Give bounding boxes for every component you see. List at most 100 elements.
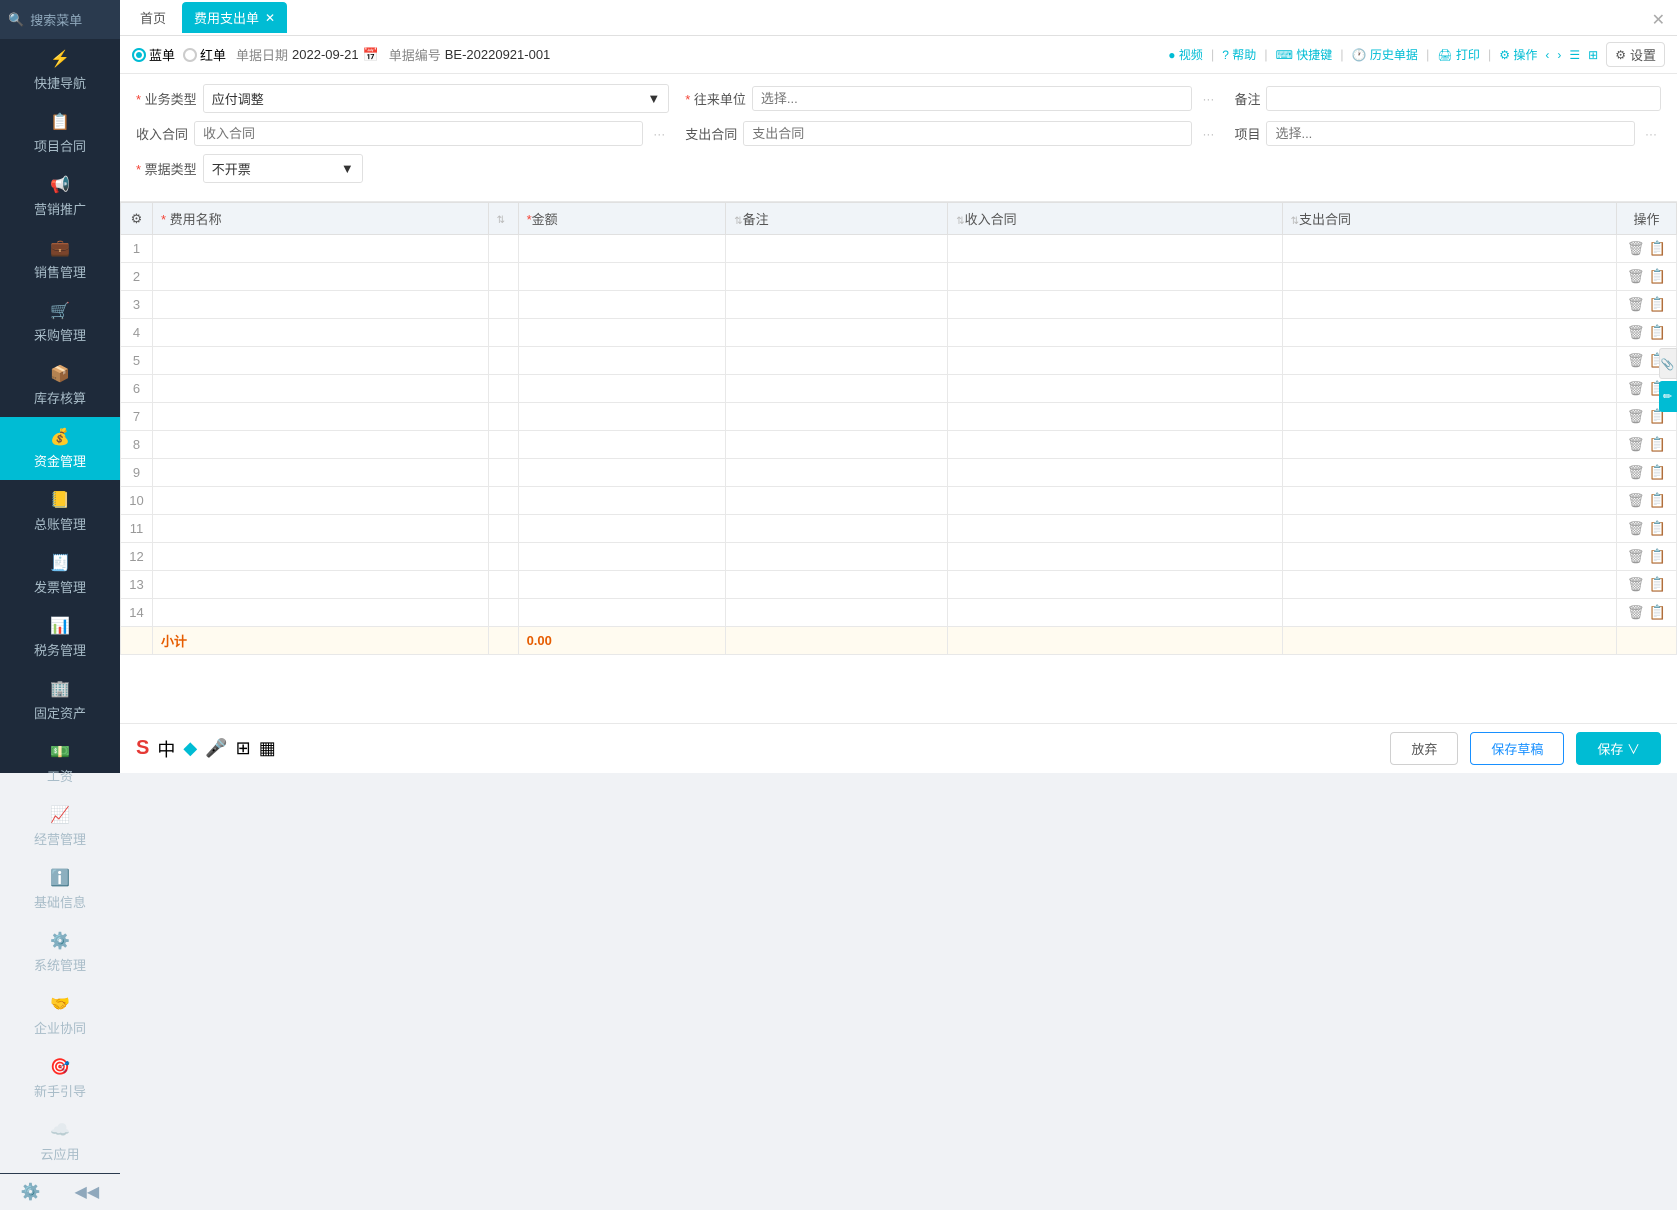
row-amount-2[interactable] [518, 263, 726, 291]
row-amount-5[interactable] [518, 347, 726, 375]
copy-icon-13[interactable]: 📋 [1649, 576, 1666, 593]
copy-icon-14[interactable]: 📋 [1649, 604, 1666, 621]
sidebar-item-new-guide[interactable]: 🎯新手引导 [0, 1047, 120, 1110]
copy-icon-12[interactable]: 📋 [1649, 548, 1666, 565]
sidebar-item-invoice[interactable]: 🧾发票管理 [0, 543, 120, 606]
row-income-contract-8[interactable] [948, 431, 1282, 459]
right-edge-edit[interactable]: ✏ [1659, 381, 1677, 412]
row-expense-contract-8[interactable] [1282, 431, 1616, 459]
row-expense-name-4[interactable] [153, 319, 489, 347]
radio-red[interactable]: 红单 [183, 45, 226, 64]
radio-blue[interactable]: 蓝单 [132, 45, 175, 64]
right-edge-clip[interactable]: 📎 [1659, 348, 1677, 379]
row-amount-1[interactable] [518, 235, 726, 263]
row-expense-contract-6[interactable] [1282, 375, 1616, 403]
delete-icon-9[interactable]: 🗑 [1627, 464, 1645, 481]
sidebar-item-system[interactable]: ⚙️系统管理 [0, 921, 120, 984]
row-amount-13[interactable] [518, 571, 726, 599]
nav-next-btn[interactable]: › [1557, 48, 1561, 62]
row-expense-name-3[interactable] [153, 291, 489, 319]
history-btn[interactable]: 🕐 历史单据 [1352, 46, 1418, 63]
help-btn[interactable]: ? 帮助 [1222, 46, 1256, 63]
row-amount-3[interactable] [518, 291, 726, 319]
shortcut-btn[interactable]: ⌨ 快捷键 [1276, 46, 1333, 63]
row-remark-2[interactable] [726, 263, 948, 291]
row-expense-contract-5[interactable] [1282, 347, 1616, 375]
sidebar-item-sales[interactable]: 💼销售管理 [0, 228, 120, 291]
grid1-icon[interactable]: ⊞ [236, 738, 251, 759]
set-button[interactable]: ⚙ 设置 [1606, 42, 1665, 67]
chinese-icon[interactable]: 中 [157, 736, 175, 762]
row-amount-9[interactable] [518, 459, 726, 487]
tab-close-icon[interactable]: ✕ [265, 11, 275, 25]
row-income-contract-2[interactable] [948, 263, 1282, 291]
expense-dots[interactable]: ··· [1198, 127, 1218, 141]
date-value[interactable]: 2022-09-21 [292, 47, 359, 62]
row-remark-9[interactable] [726, 459, 948, 487]
sidebar-item-tax[interactable]: 📊税务管理 [0, 606, 120, 669]
project-input[interactable] [1266, 121, 1635, 146]
sidebar-item-accounting[interactable]: 📒总账管理 [0, 480, 120, 543]
delete-icon-3[interactable]: 🗑 [1627, 296, 1645, 313]
row-expense-name-1[interactable] [153, 235, 489, 263]
row-expense-name-8[interactable] [153, 431, 489, 459]
income-contract-input[interactable] [194, 121, 643, 146]
row-amount-6[interactable] [518, 375, 726, 403]
operations-btn[interactable]: ⚙ 操作 [1499, 46, 1537, 63]
nav-prev-btn[interactable]: ‹ [1545, 48, 1549, 62]
delete-icon-11[interactable]: 🗑 [1627, 520, 1645, 537]
diamond-icon[interactable]: ◆ [183, 738, 197, 759]
calendar-icon[interactable]: 📅 [363, 47, 379, 63]
row-remark-3[interactable] [726, 291, 948, 319]
row-expense-contract-12[interactable] [1282, 543, 1616, 571]
tab-expense[interactable]: 费用支出单 ✕ [182, 2, 287, 33]
video-btn[interactable]: ● 视频 [1168, 46, 1203, 63]
row-expense-contract-4[interactable] [1282, 319, 1616, 347]
copy-icon-8[interactable]: 📋 [1649, 436, 1666, 453]
row-expense-name-13[interactable] [153, 571, 489, 599]
biz-type-select[interactable]: 应付调整 ▼ [203, 84, 670, 113]
sidebar-item-marketing[interactable]: 📢营销推广 [0, 165, 120, 228]
row-remark-8[interactable] [726, 431, 948, 459]
num-value[interactable]: BE-20220921-001 [445, 47, 551, 62]
row-remark-1[interactable] [726, 235, 948, 263]
row-amount-4[interactable] [518, 319, 726, 347]
delete-icon-1[interactable]: 🗑 [1627, 240, 1645, 257]
sidebar-item-quick-nav[interactable]: ⚡快捷导航 [0, 39, 120, 102]
row-expense-contract-7[interactable] [1282, 403, 1616, 431]
row-income-contract-13[interactable] [948, 571, 1282, 599]
sidebar-item-enterprise[interactable]: 🤝企业协同 [0, 984, 120, 1047]
row-expense-name-5[interactable] [153, 347, 489, 375]
row-expense-contract-14[interactable] [1282, 599, 1616, 627]
row-remark-14[interactable] [726, 599, 948, 627]
volume-icon[interactable]: ◀◀ [75, 1182, 100, 1202]
row-remark-13[interactable] [726, 571, 948, 599]
sidebar-item-operations[interactable]: 📈经营管理 [0, 795, 120, 858]
copy-icon-2[interactable]: 📋 [1649, 268, 1666, 285]
delete-icon-2[interactable]: 🗑 [1627, 268, 1645, 285]
row-expense-name-12[interactable] [153, 543, 489, 571]
row-income-contract-10[interactable] [948, 487, 1282, 515]
row-expense-contract-3[interactable] [1282, 291, 1616, 319]
delete-icon-6[interactable]: 🗑 [1627, 380, 1645, 397]
tab-home[interactable]: 首页 [128, 2, 178, 33]
sidebar-item-salary[interactable]: 💵工资 [0, 732, 120, 795]
delete-icon-12[interactable]: 🗑 [1627, 548, 1645, 565]
row-expense-name-2[interactable] [153, 263, 489, 291]
delete-icon-8[interactable]: 🗑 [1627, 436, 1645, 453]
row-income-contract-5[interactable] [948, 347, 1282, 375]
sidebar-item-inventory[interactable]: 📦库存核算 [0, 354, 120, 417]
row-income-contract-14[interactable] [948, 599, 1282, 627]
sidebar-item-fund[interactable]: 💰资金管理 [0, 417, 120, 480]
discard-button[interactable]: 放弃 [1390, 732, 1458, 765]
row-expense-name-9[interactable] [153, 459, 489, 487]
settings-icon[interactable]: ⚙️ [21, 1182, 41, 1202]
project-dots[interactable]: ··· [1641, 127, 1661, 141]
copy-icon-10[interactable]: 📋 [1649, 492, 1666, 509]
row-amount-8[interactable] [518, 431, 726, 459]
copy-icon-1[interactable]: 📋 [1649, 240, 1666, 257]
row-expense-name-7[interactable] [153, 403, 489, 431]
save-draft-button[interactable]: 保存草稿 [1470, 732, 1564, 765]
row-expense-contract-13[interactable] [1282, 571, 1616, 599]
mic-icon[interactable]: 🎤 [205, 738, 227, 759]
